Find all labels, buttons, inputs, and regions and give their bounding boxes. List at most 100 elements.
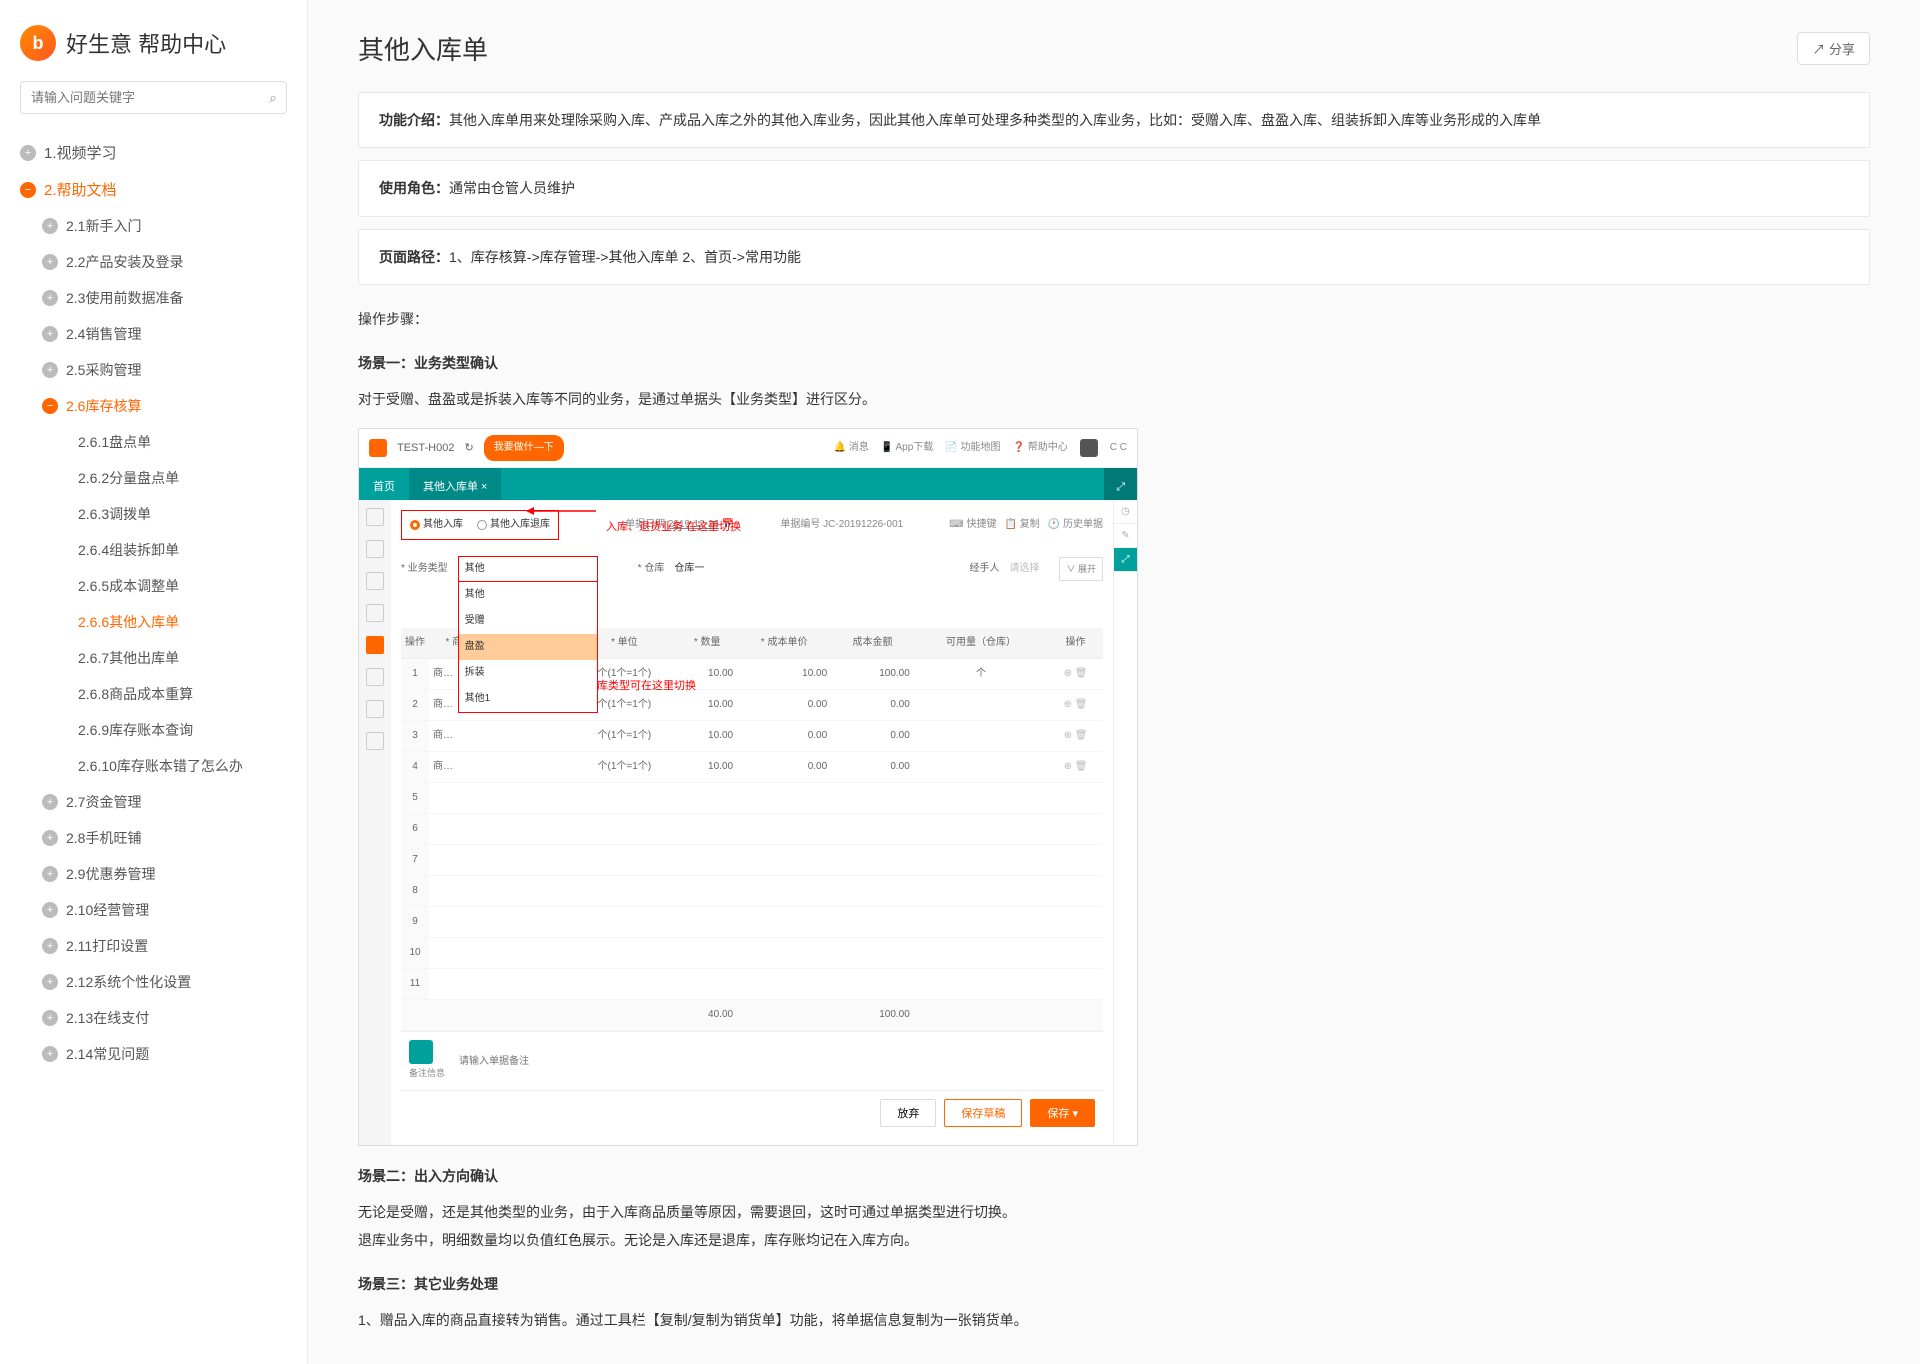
ss-nav-icon	[366, 636, 384, 654]
path-text: 1、库存核算->库存管理->其他入库单 2、首页->常用功能	[449, 249, 801, 265]
ss-right-icon: ✎	[1114, 524, 1137, 548]
ss-leftnav	[359, 500, 391, 1145]
embedded-screenshot: TEST-H002 ↻ 我要做什—下 🔔 消息 📱 App下载 📄 功能地图 ❓…	[358, 428, 1138, 1146]
ss-help: ❓ 帮助中心	[1013, 438, 1068, 458]
nav-2-4[interactable]: +2.4销售管理	[20, 316, 287, 352]
logo-icon: b	[20, 25, 56, 61]
ss-tabs: 首页 其他入库单 × ⤢	[359, 468, 1137, 500]
ss-refresh-icon: ↻	[464, 437, 473, 459]
ss-note-row: 备注信息	[401, 1031, 1103, 1090]
ss-history: 🕐 历史单据	[1048, 515, 1103, 535]
plus-icon: +	[42, 362, 58, 378]
nav-2-3[interactable]: +2.3使用前数据准备	[20, 280, 287, 316]
nav-2-11[interactable]: +2.11打印设置	[20, 928, 287, 964]
nav-2-9[interactable]: +2.9优惠券管理	[20, 856, 287, 892]
ss-tab-doc: 其他入库单 ×	[409, 468, 501, 500]
ss-nav-icon	[366, 700, 384, 718]
plus-icon: +	[42, 1010, 58, 1026]
search-icon[interactable]: ⌕	[269, 89, 277, 106]
nav-2-7[interactable]: +2.7资金管理	[20, 784, 287, 820]
nav-2-6[interactable]: −2.6库存核算	[20, 388, 287, 424]
ss-right-icon: ◷	[1114, 500, 1137, 524]
plus-icon: +	[42, 974, 58, 990]
path-box: 页面路径：1、库存核算->库存管理->其他入库单 2、首页->常用功能	[358, 229, 1870, 285]
intro-text: 其他入库单用来处理除采购入库、产成品入库之外的其他入库业务，因此其他入库单可处理…	[449, 112, 1541, 128]
nav-2-6-9[interactable]: 2.6.9库存账本查询	[20, 712, 287, 748]
nav-2-1[interactable]: +2.1新手入门	[20, 208, 287, 244]
plus-icon: +	[42, 218, 58, 234]
ss-user: C C	[1110, 438, 1127, 458]
ss-expand-icon: ∨ 展开	[1059, 557, 1103, 581]
steps-label: 操作步骤：	[358, 305, 1870, 333]
intro-label: 功能介绍：	[379, 112, 449, 128]
nav-2-5[interactable]: +2.5采购管理	[20, 352, 287, 388]
content: 操作步骤： 场景一：业务类型确认 对于受赠、盘盈或是拆装入库等不同的业务，是通过…	[358, 305, 1870, 1334]
nav-2-6-10[interactable]: 2.6.10库存账本错了怎么办	[20, 748, 287, 784]
minus-icon: −	[20, 182, 36, 198]
nav-2-6-2[interactable]: 2.6.2分量盘点单	[20, 460, 287, 496]
plus-icon: +	[20, 145, 36, 161]
plus-icon: +	[42, 254, 58, 270]
ss-note-input	[455, 1052, 1095, 1071]
plus-icon: +	[42, 938, 58, 954]
scene1-text: 对于受赠、盘盈或是拆装入库等不同的业务，是通过单据头【业务类型】进行区分。	[358, 385, 1870, 413]
role-label: 使用角色：	[379, 180, 449, 196]
radio-icon	[410, 520, 420, 530]
nav-2-6-3[interactable]: 2.6.3调拨单	[20, 496, 287, 532]
ss-form-row: * 业务类型 其他 其他 受赠 盘盈 拆装 其他1	[401, 550, 1103, 588]
nav-2-6-4[interactable]: 2.6.4组装拆卸单	[20, 532, 287, 568]
arrow-icon	[526, 504, 596, 518]
ss-rightbar: ◷ ✎ ⤢	[1113, 500, 1137, 1145]
ss-app: 📱 App下载	[881, 438, 933, 458]
ss-msg: 🔔 消息	[834, 438, 869, 458]
plus-icon: +	[42, 290, 58, 306]
ss-topbar: TEST-H002 ↻ 我要做什—下 🔔 消息 📱 App下载 📄 功能地图 ❓…	[359, 429, 1137, 468]
minus-icon: −	[42, 398, 58, 414]
plus-icon: +	[42, 326, 58, 342]
ss-radio-return: 其他入库退库	[477, 515, 550, 535]
ss-env: TEST-H002	[397, 437, 454, 459]
plus-icon: +	[42, 1046, 58, 1062]
ss-copy: 📋 复制	[1005, 515, 1040, 535]
annotation-1: 入库、退货业务 在这里切换	[606, 516, 741, 538]
ss-logo-icon	[369, 439, 387, 457]
radio-icon	[477, 520, 487, 530]
nav-2-13[interactable]: +2.13在线支付	[20, 1000, 287, 1036]
ss-maximize-icon: ⤢	[1104, 468, 1137, 500]
ss-radio-in: 其他入库	[410, 515, 463, 535]
ss-cancel: 放弃	[880, 1099, 936, 1127]
ss-tab-home: 首页	[359, 468, 409, 500]
ss-dropdown: 其他 受赠 盘盈 拆装 其他1	[458, 581, 598, 713]
nav-docs[interactable]: −2.帮助文档	[20, 171, 287, 208]
nav-2-6-8[interactable]: 2.6.8商品成本重算	[20, 676, 287, 712]
note-icon	[409, 1040, 433, 1064]
ss-nav-icon	[366, 540, 384, 558]
role-text: 通常由仓管人员维护	[449, 180, 575, 196]
scene3-text1: 1、赠品入库的商品直接转为销售。通过工具栏【复制/复制为销货单】功能，将单据信息…	[358, 1306, 1870, 1334]
ss-save: 保存 ▾	[1030, 1099, 1095, 1127]
nav-2-6-1[interactable]: 2.6.1盘点单	[20, 424, 287, 460]
share-button[interactable]: ↗ 分享	[1797, 32, 1870, 65]
intro-box: 功能介绍：其他入库单用来处理除采购入库、产成品入库之外的其他入库业务，因此其他入…	[358, 92, 1870, 148]
nav-2-8[interactable]: +2.8手机旺铺	[20, 820, 287, 856]
logo-text: 好生意 帮助中心	[66, 27, 226, 59]
ss-content: 其他入库 其他入库退库 单据日期 2019-12-26 📅 入库、退货业务 在这…	[391, 500, 1113, 1145]
scene3-title: 场景三：其它业务处理	[358, 1270, 1870, 1298]
main-content: 其他入库单 ↗ 分享 功能介绍：其他入库单用来处理除采购入库、产成品入库之外的其…	[308, 0, 1920, 1364]
nav-2-6-7[interactable]: 2.6.7其他出库单	[20, 640, 287, 676]
nav-video[interactable]: +1.视频学习	[20, 134, 287, 171]
role-box: 使用角色：通常由仓管人员维护	[358, 160, 1870, 216]
ss-right-icon: ⤢	[1114, 548, 1137, 572]
ss-nav-icon	[366, 508, 384, 526]
nav-2-10[interactable]: +2.10经营管理	[20, 892, 287, 928]
search-input[interactable]	[20, 81, 287, 114]
ss-actions: 放弃 保存草稿 保存 ▾	[401, 1090, 1103, 1135]
nav-2-2[interactable]: +2.2产品安装及登录	[20, 244, 287, 280]
plus-icon: +	[42, 902, 58, 918]
nav-2-6-5[interactable]: 2.6.5成本调整单	[20, 568, 287, 604]
nav-2-14[interactable]: +2.14常见问题	[20, 1036, 287, 1072]
plus-icon: +	[42, 794, 58, 810]
nav-2-12[interactable]: +2.12系统个性化设置	[20, 964, 287, 1000]
sidebar: b 好生意 帮助中心 ⌕ +1.视频学习 −2.帮助文档 +2.1新手入门 +2…	[0, 0, 308, 1364]
nav-2-6-6[interactable]: 2.6.6其他入库单	[20, 604, 287, 640]
